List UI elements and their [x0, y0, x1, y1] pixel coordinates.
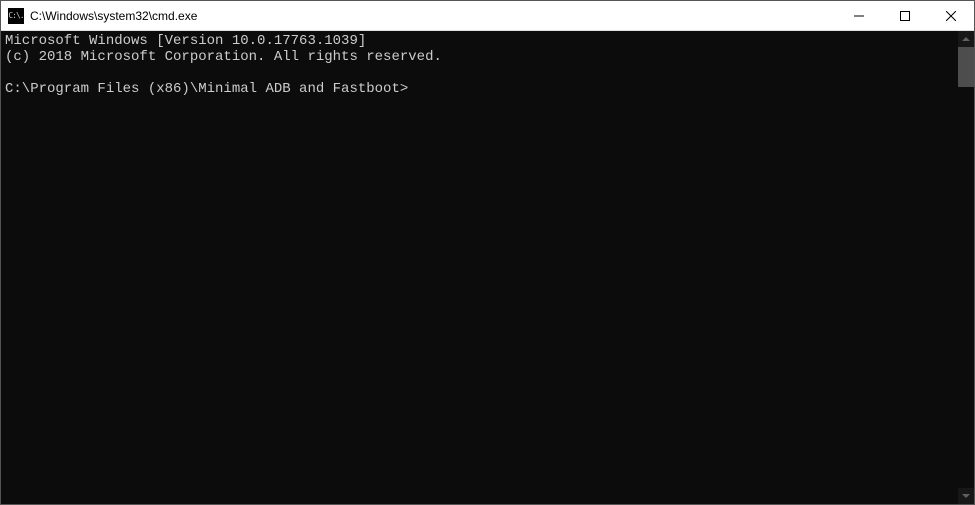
vertical-scrollbar[interactable]: [958, 31, 974, 504]
maximize-icon: [900, 11, 910, 21]
minimize-button[interactable]: [836, 1, 882, 30]
version-line: Microsoft Windows [Version 10.0.17763.10…: [5, 33, 366, 49]
copyright-line: (c) 2018 Microsoft Corporation. All righ…: [5, 49, 442, 65]
window-title: C:\Windows\system32\cmd.exe: [30, 9, 836, 23]
titlebar[interactable]: C:\. C:\Windows\system32\cmd.exe: [1, 1, 974, 31]
minimize-icon: [854, 11, 864, 21]
close-button[interactable]: [928, 1, 974, 30]
chevron-down-icon: [962, 494, 970, 498]
maximize-button[interactable]: [882, 1, 928, 30]
cmd-icon: C:\.: [8, 8, 24, 24]
terminal-area: Microsoft Windows [Version 10.0.17763.10…: [1, 31, 974, 504]
close-icon: [946, 11, 956, 21]
terminal-output[interactable]: Microsoft Windows [Version 10.0.17763.10…: [1, 31, 958, 504]
cmd-icon-glyph: C:\.: [8, 12, 23, 20]
scrollbar-up-button[interactable]: [958, 31, 974, 47]
chevron-up-icon: [962, 37, 970, 41]
scrollbar-thumb[interactable]: [958, 47, 974, 87]
window-controls: [836, 1, 974, 30]
cmd-window: C:\. C:\Windows\system32\cmd.exe Microso…: [0, 0, 975, 505]
scrollbar-down-button[interactable]: [958, 488, 974, 504]
prompt-line: C:\Program Files (x86)\Minimal ADB and F…: [5, 81, 408, 97]
